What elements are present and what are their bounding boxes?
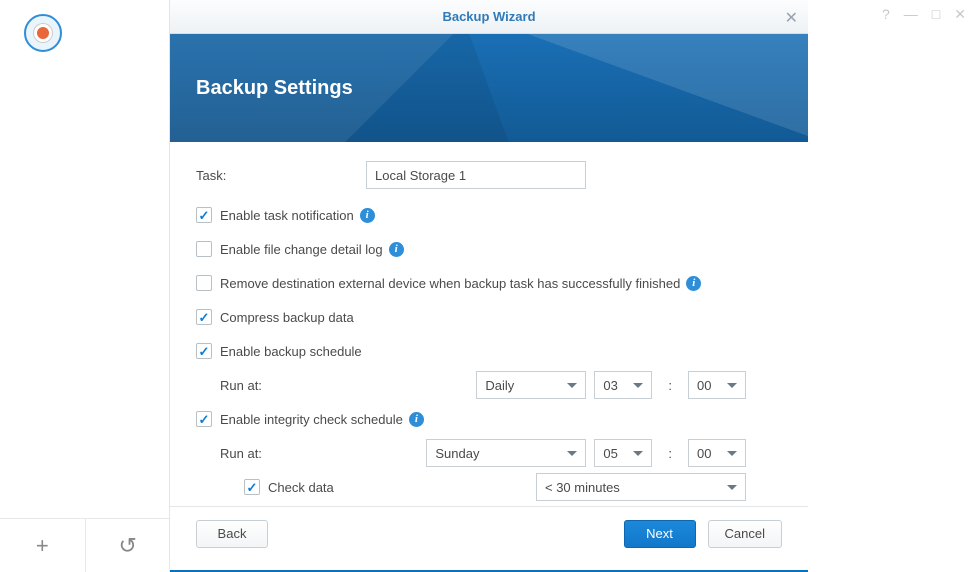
compress-label[interactable]: Compress backup data — [220, 310, 354, 325]
app-sidebar: + ↺ — [0, 0, 170, 572]
compress-row: Compress backup data — [196, 302, 776, 332]
dialog-hero: Backup Settings — [170, 34, 808, 142]
integrity-day-value: Sunday — [435, 446, 479, 461]
check-data-row: Check data < 30 minutes — [196, 472, 776, 502]
info-icon[interactable]: i — [360, 208, 375, 223]
remove-external-label[interactable]: Remove destination external device when … — [220, 276, 680, 291]
integrity-minute-select[interactable]: 00 — [688, 439, 746, 467]
minimize-icon[interactable]: — — [904, 6, 918, 23]
chevron-down-icon — [567, 383, 577, 388]
chevron-down-icon — [633, 383, 643, 388]
time-separator: : — [668, 446, 672, 461]
integrity-minute-value: 00 — [697, 446, 711, 461]
integrity-day-select[interactable]: Sunday — [426, 439, 586, 467]
help-icon[interactable]: ? — [882, 6, 890, 23]
task-row: Task: — [196, 160, 776, 190]
schedule-frequency-select[interactable]: Daily — [476, 371, 586, 399]
check-data-controls: < 30 minutes — [536, 473, 776, 501]
chevron-down-icon — [727, 485, 737, 490]
backup-wizard-dialog: Backup Wizard ✕ Backup Settings Task: En… — [170, 0, 808, 560]
enable-integrity-checkbox[interactable] — [196, 411, 212, 427]
schedule-hour-select[interactable]: 03 — [594, 371, 652, 399]
form-scroll-region[interactable]: Task: Enable task notification i Enable … — [196, 160, 782, 506]
info-icon[interactable]: i — [409, 412, 424, 427]
dialog-title: Backup Wizard — [442, 9, 535, 24]
chevron-down-icon — [727, 451, 737, 456]
schedule-frequency-value: Daily — [485, 378, 514, 393]
task-label: Task: — [196, 168, 366, 183]
remove-external-checkbox[interactable] — [196, 275, 212, 291]
parent-window-controls: ? — □ ✕ — [882, 6, 966, 23]
schedule-run-at-label: Run at: — [220, 378, 366, 393]
compress-checkbox[interactable] — [196, 309, 212, 325]
next-button[interactable]: Next — [624, 520, 696, 548]
back-button[interactable]: Back — [196, 520, 268, 548]
dialog-close-button[interactable]: ✕ — [785, 8, 798, 28]
dialog-titlebar: Backup Wizard ✕ — [170, 0, 808, 34]
info-icon[interactable]: i — [686, 276, 701, 291]
enable-integrity-row: Enable integrity check schedule i — [196, 404, 776, 434]
dialog-footer: Back Next Cancel — [170, 506, 808, 560]
file-change-log-checkbox[interactable] — [196, 241, 212, 257]
remove-external-row: Remove destination external device when … — [196, 268, 776, 298]
app-logo-inner — [34, 24, 52, 42]
schedule-minute-value: 00 — [697, 378, 711, 393]
file-change-log-label[interactable]: Enable file change detail log — [220, 242, 383, 257]
check-data-label[interactable]: Check data — [268, 480, 366, 495]
parent-window-area — [808, 0, 974, 572]
time-separator: : — [668, 378, 672, 393]
page-heading: Backup Settings — [196, 77, 353, 100]
app-logo-icon — [24, 14, 62, 52]
info-icon[interactable]: i — [389, 242, 404, 257]
integrity-controls: Sunday 05 : 00 — [426, 439, 776, 467]
chevron-down-icon — [727, 383, 737, 388]
maximize-icon[interactable]: □ — [932, 6, 940, 23]
schedule-hour-value: 03 — [603, 378, 617, 393]
check-data-checkbox[interactable] — [244, 479, 260, 495]
add-button[interactable]: + — [0, 519, 85, 572]
integrity-run-at-row: Run at: Sunday 05 : 00 — [196, 438, 776, 468]
cancel-button[interactable]: Cancel — [708, 520, 782, 548]
sidebar-bottom-toolbar: + ↺ — [0, 518, 170, 572]
enable-notification-row: Enable task notification i — [196, 200, 776, 230]
schedule-controls: Daily 03 : 00 — [476, 371, 776, 399]
plus-icon: + — [36, 533, 49, 559]
schedule-minute-select[interactable]: 00 — [688, 371, 746, 399]
integrity-run-at-label: Run at: — [220, 446, 366, 461]
history-button[interactable]: ↺ — [85, 519, 171, 572]
schedule-run-at-row: Run at: Daily 03 : 00 — [196, 370, 776, 400]
integrity-hour-value: 05 — [603, 446, 617, 461]
chevron-down-icon — [567, 451, 577, 456]
enable-schedule-label[interactable]: Enable backup schedule — [220, 344, 362, 359]
file-change-log-row: Enable file change detail log i — [196, 234, 776, 264]
enable-notification-checkbox[interactable] — [196, 207, 212, 223]
enable-schedule-row: Enable backup schedule — [196, 336, 776, 366]
history-icon: ↺ — [119, 533, 137, 559]
enable-notification-label[interactable]: Enable task notification — [220, 208, 354, 223]
check-data-duration-select[interactable]: < 30 minutes — [536, 473, 746, 501]
enable-integrity-label[interactable]: Enable integrity check schedule — [220, 412, 403, 427]
dialog-body: Task: Enable task notification i Enable … — [170, 142, 808, 506]
check-data-duration-value: < 30 minutes — [545, 480, 620, 495]
task-name-input[interactable] — [366, 161, 586, 189]
enable-schedule-checkbox[interactable] — [196, 343, 212, 359]
chevron-down-icon — [633, 451, 643, 456]
close-icon[interactable]: ✕ — [954, 6, 966, 23]
integrity-hour-select[interactable]: 05 — [594, 439, 652, 467]
